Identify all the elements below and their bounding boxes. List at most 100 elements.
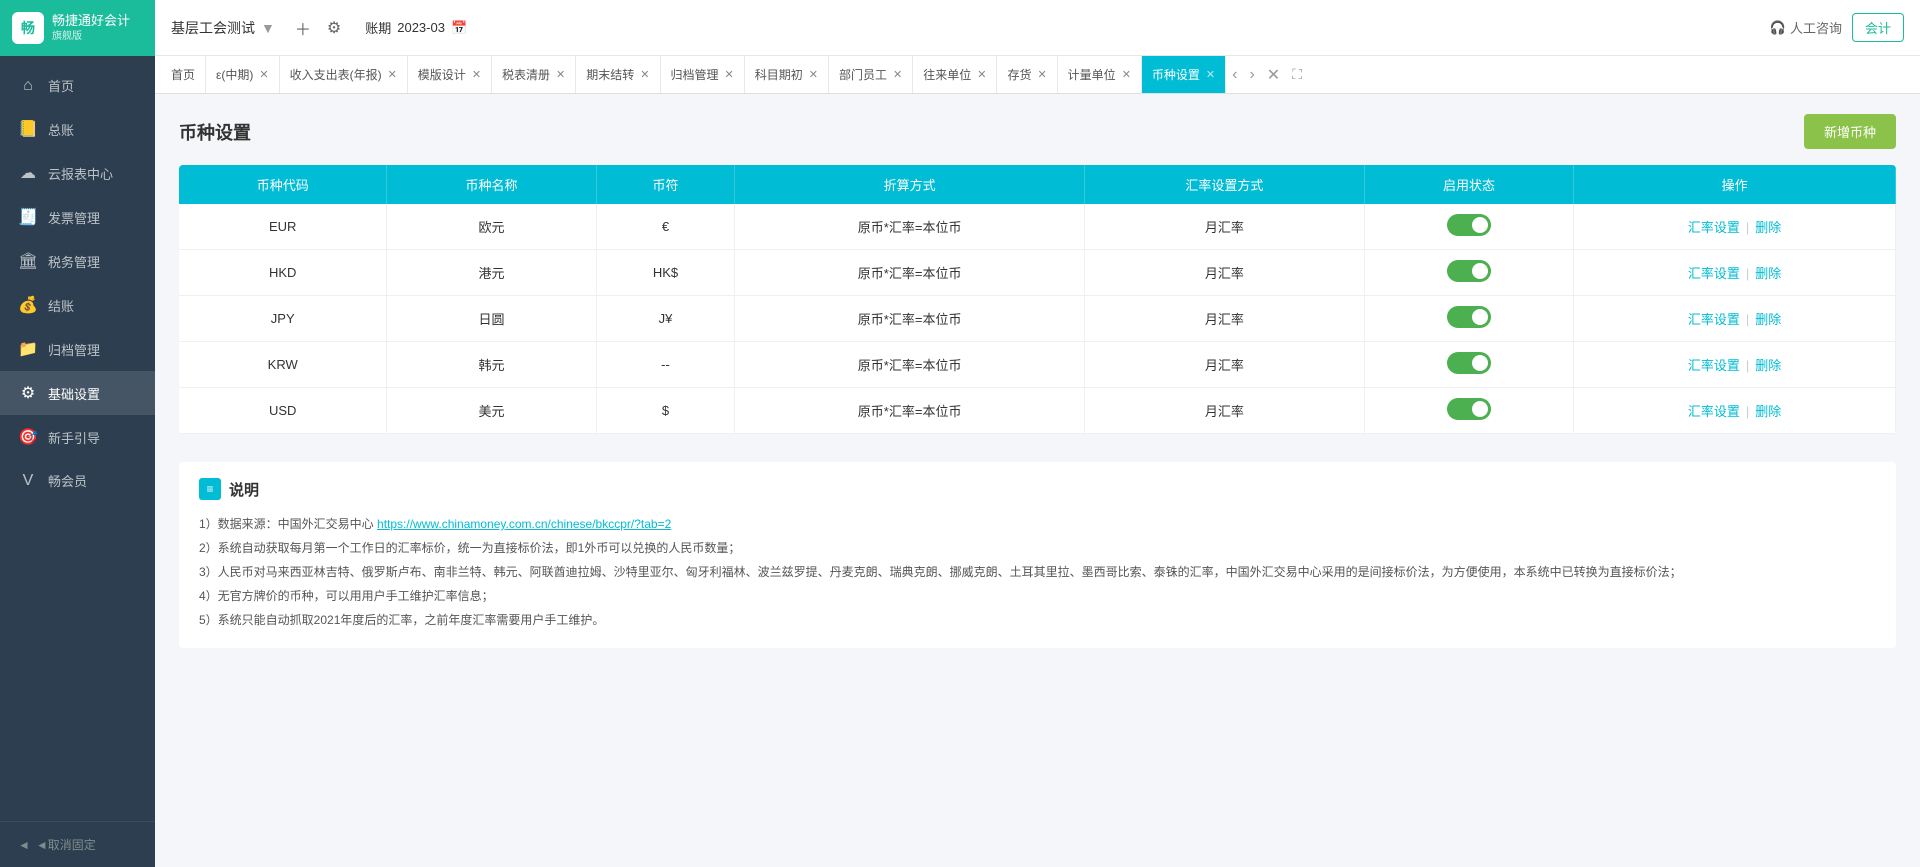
cell-toggle <box>1364 204 1573 250</box>
tab-close-unit[interactable]: ✕ <box>977 68 986 81</box>
delete-link-0[interactable]: 删除 <box>1755 220 1781 235</box>
tab-inventory[interactable]: 存货 ✕ <box>997 56 1057 94</box>
tab-close-all-icon[interactable]: ✕ <box>1261 65 1286 85</box>
cell-name: 欧元 <box>387 204 596 250</box>
cell-calc: 原币*汇率=本位币 <box>735 204 1085 250</box>
tab-balance[interactable]: ε(中期)✕ <box>206 56 280 94</box>
delete-link-4[interactable]: 删除 <box>1755 404 1781 419</box>
delete-link-1[interactable]: 删除 <box>1755 266 1781 281</box>
note-item-1: 2）系统自动获取每月第一个工作日的汇率标价，统一为直接标价法，即1外币可以兑换的… <box>199 536 1876 560</box>
table-row: JPY日圆J¥原币*汇率=本位币月汇率汇率设置|删除 <box>179 296 1896 342</box>
tab-label-inventory: 存货 <box>1007 66 1031 83</box>
cell-calc: 原币*汇率=本位币 <box>735 342 1085 388</box>
sidebar-item-guide[interactable]: 🎯新手引导 <box>0 415 155 459</box>
tab-expand-icon[interactable]: ⛶ <box>1286 66 1308 83</box>
sidebar-item-settings[interactable]: ⚙基础设置 <box>0 371 155 415</box>
tab-prev-icon[interactable]: ‹ <box>1226 66 1243 84</box>
cell-calc: 原币*汇率=本位币 <box>735 388 1085 434</box>
cell-symbol: € <box>596 204 735 250</box>
enable-toggle-4[interactable] <box>1447 398 1491 420</box>
tab-tax[interactable]: 税表清册 ✕ <box>492 56 576 94</box>
rate-setting-link-4[interactable]: 汇率设置 <box>1688 404 1740 419</box>
nav-label-vip: 畅会员 <box>48 471 87 490</box>
table-row: HKD港元HK$原币*汇率=本位币月汇率汇率设置|删除 <box>179 250 1896 296</box>
delete-link-2[interactable]: 删除 <box>1755 312 1781 327</box>
delete-link-3[interactable]: 删除 <box>1755 358 1781 373</box>
enable-toggle-3[interactable] <box>1447 352 1491 374</box>
logo-title: 畅捷通好会计 <box>52 13 130 30</box>
tab-template[interactable]: 模版设计✕ <box>408 56 492 94</box>
col-header-5: 启用状态 <box>1364 165 1573 204</box>
enable-toggle-0[interactable] <box>1447 214 1491 236</box>
rate-setting-link-0[interactable]: 汇率设置 <box>1688 220 1740 235</box>
tab-close-measure[interactable]: ✕ <box>1122 68 1131 81</box>
notes-link[interactable]: https://www.chinamoney.com.cn/chinese/bk… <box>377 517 671 531</box>
topbar: 基层工会测试 ▼ ＋ ⚙ 账期 2023-03 📅 🎧 人工咨询 会计 <box>155 0 1920 56</box>
cell-symbol: J¥ <box>596 296 735 342</box>
tab-label-measure: 计量单位 <box>1068 66 1116 83</box>
add-icon[interactable]: ＋ <box>291 12 315 44</box>
sidebar-item-tax[interactable]: 🏛税务管理 <box>0 239 155 283</box>
col-header-6: 操作 <box>1574 165 1896 204</box>
tab-subjects[interactable]: 科目期初✕ <box>745 56 829 94</box>
tab-close-income[interactable]: ✕ <box>388 68 397 81</box>
tab-close-currency[interactable]: ✕ <box>1206 68 1215 81</box>
sidebar-footer[interactable]: ◄ ◄取消固定 <box>0 821 155 867</box>
tab-close-balance[interactable]: ✕ <box>259 68 268 81</box>
tab-close-dept[interactable]: ✕ <box>893 68 902 81</box>
tab-next-icon[interactable]: › <box>1243 66 1260 84</box>
tab-close-inventory[interactable]: ✕ <box>1037 68 1046 81</box>
sidebar-item-invoice[interactable]: 🧾发票管理 <box>0 195 155 239</box>
sidebar-item-reports[interactable]: ☁云报表中心 <box>0 151 155 195</box>
calendar-icon[interactable]: 📅 <box>451 20 467 36</box>
tab-measure[interactable]: 计量单位 ✕ <box>1058 56 1142 94</box>
sidebar-item-settlement[interactable]: 💰结账 <box>0 283 155 327</box>
action-sep-0: | <box>1746 220 1749 235</box>
tab-close-tax[interactable]: ✕ <box>556 68 565 81</box>
tab-filing[interactable]: 归档管理✕ <box>661 56 745 94</box>
company-dropdown-icon[interactable]: ▼ <box>261 20 275 36</box>
account-button[interactable]: 会计 <box>1852 13 1904 42</box>
tab-income[interactable]: 收入支出表(年报)✕ <box>280 56 408 94</box>
new-currency-button[interactable]: 新增币种 <box>1804 114 1896 149</box>
company-name[interactable]: 基层工会测试 ▼ <box>171 18 275 38</box>
cell-rate-type: 月汇率 <box>1084 204 1364 250</box>
tab-home[interactable]: 首页 <box>161 56 206 94</box>
rate-setting-link-3[interactable]: 汇率设置 <box>1688 358 1740 373</box>
enable-toggle-2[interactable] <box>1447 306 1491 328</box>
tab-close-subjects[interactable]: ✕ <box>809 68 818 81</box>
cell-actions: 汇率设置|删除 <box>1574 388 1896 434</box>
col-header-0: 币种代码 <box>179 165 387 204</box>
note-item-3: 4）无官方牌价的币种，可以用用户手工维护汇率信息； <box>199 584 1876 608</box>
sidebar-item-archive[interactable]: 📁归档管理 <box>0 327 155 371</box>
rate-setting-link-1[interactable]: 汇率设置 <box>1688 266 1740 281</box>
content-area: 币种设置 新增币种 币种代码币种名称币符折算方式汇率设置方式启用状态操作 EUR… <box>155 94 1920 867</box>
logo: 畅 畅捷通好会计 旗舰版 <box>0 0 155 56</box>
tab-close-template[interactable]: ✕ <box>472 68 481 81</box>
sidebar-item-vip[interactable]: V畅会员 <box>0 459 155 502</box>
enable-toggle-1[interactable] <box>1447 260 1491 282</box>
sidebar-item-ledger[interactable]: 📒总账 <box>0 107 155 151</box>
tab-close-period-end[interactable]: ✕ <box>640 68 649 81</box>
note-item-4: 5）系统只能自动抓取2021年度后的汇率，之前年度汇率需要用户手工维护。 <box>199 608 1876 632</box>
cell-calc: 原币*汇率=本位币 <box>735 250 1085 296</box>
rate-setting-link-2[interactable]: 汇率设置 <box>1688 312 1740 327</box>
sidebar-item-home[interactable]: ⌂首页 <box>0 64 155 107</box>
tab-unit[interactable]: 往来单位✕ <box>913 56 997 94</box>
nav-icon-invoice: 🧾 <box>18 207 38 227</box>
tab-close-filing[interactable]: ✕ <box>725 68 734 81</box>
cell-calc: 原币*汇率=本位币 <box>735 296 1085 342</box>
sidebar: 畅 畅捷通好会计 旗舰版 ⌂首页📒总账☁云报表中心🧾发票管理🏛税务管理💰结账📁归… <box>0 0 155 867</box>
page-header: 币种设置 新增币种 <box>179 114 1896 149</box>
col-header-3: 折算方式 <box>735 165 1085 204</box>
table-row: USD美元$原币*汇率=本位币月汇率汇率设置|删除 <box>179 388 1896 434</box>
nav-icon-archive: 📁 <box>18 339 38 359</box>
tab-period-end[interactable]: 期末结转✕ <box>576 56 660 94</box>
settings-icon[interactable]: ⚙ <box>323 14 345 42</box>
service-button[interactable]: 🎧 人工咨询 <box>1770 18 1842 37</box>
tab-dept[interactable]: 部门员工✕ <box>829 56 913 94</box>
tab-currency[interactable]: 币种设置✕ <box>1142 56 1226 94</box>
cell-code: JPY <box>179 296 387 342</box>
tab-label-tax: 税表清册 <box>502 66 550 83</box>
tabs-bar: 首页ε(中期)✕收入支出表(年报)✕模版设计✕税表清册✕期末结转✕归档管理✕科目… <box>155 56 1920 94</box>
